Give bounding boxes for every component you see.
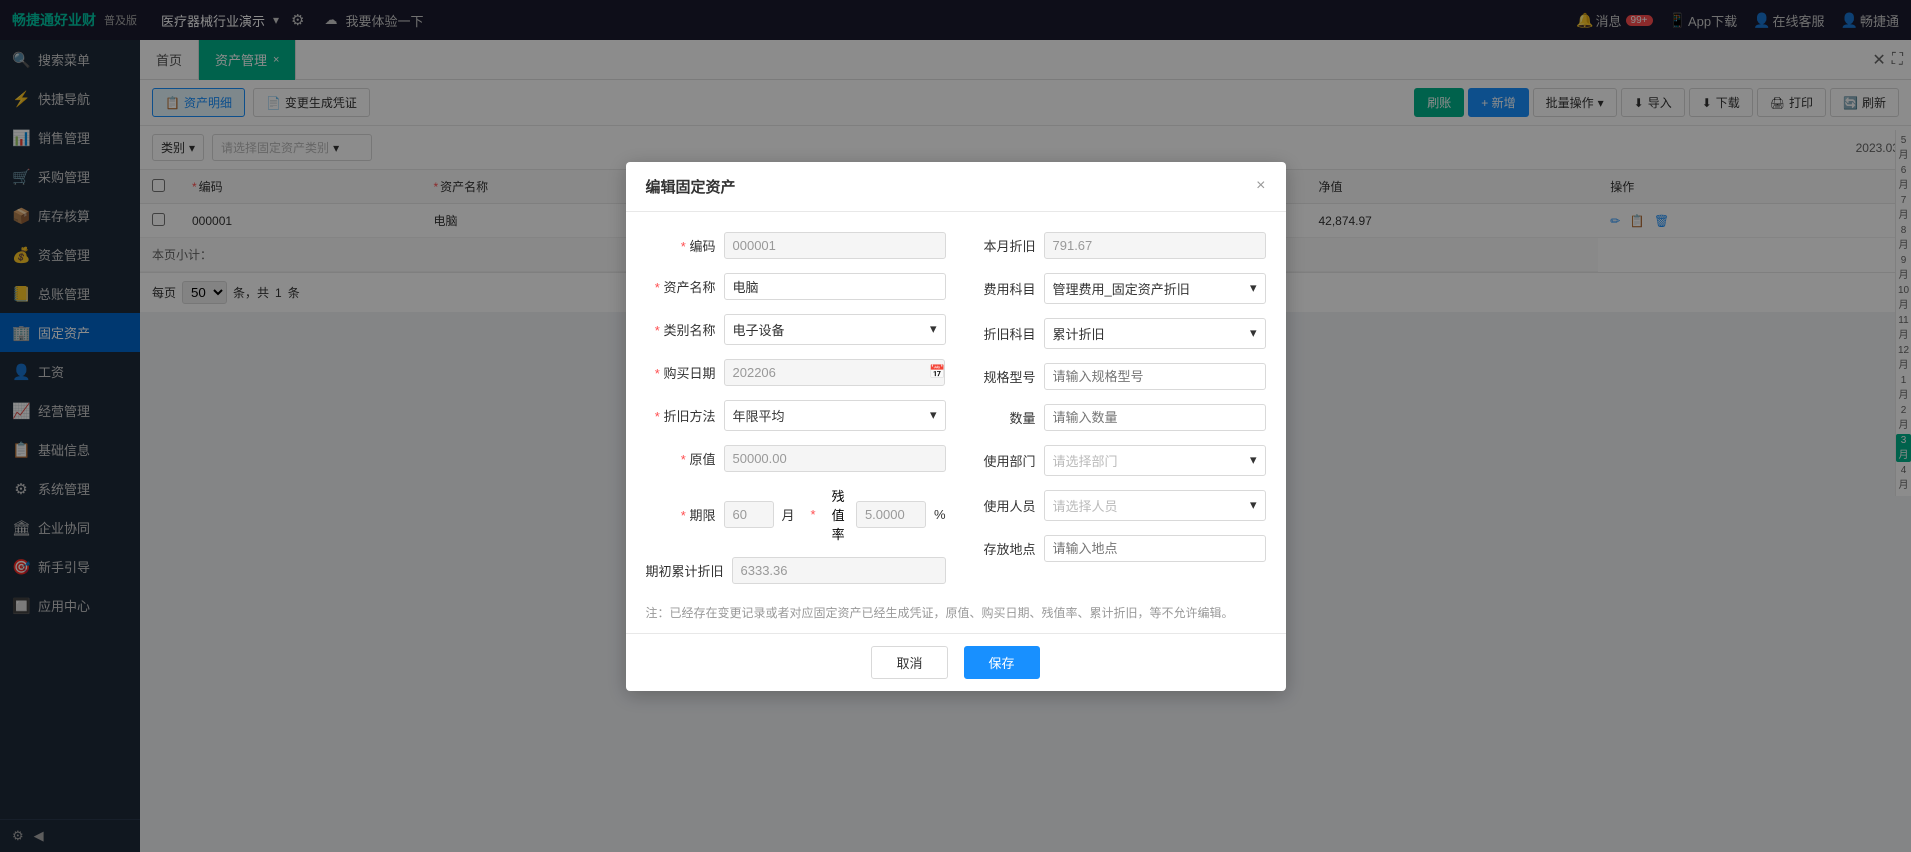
- quantity-input[interactable]: [1044, 404, 1266, 431]
- department-chevron-icon: ▾: [1250, 452, 1257, 468]
- department-label: 使用部门: [966, 451, 1036, 470]
- person-select[interactable]: 请选择人员 ▾: [1044, 490, 1266, 521]
- department-row: 使用部门 请选择部门 ▾: [966, 445, 1266, 476]
- code-label: * 编码: [646, 236, 716, 255]
- expense-account-chevron-icon: ▾: [1250, 280, 1257, 296]
- initial-depreciation-input[interactable]: [732, 557, 946, 584]
- person-label: 使用人员: [966, 496, 1036, 515]
- depreciation-method-value: 年限平均: [733, 406, 785, 425]
- department-select[interactable]: 请选择部门 ▾: [1044, 445, 1266, 476]
- monthly-depreciation-input[interactable]: [1044, 232, 1266, 259]
- department-placeholder: 请选择部门: [1053, 451, 1118, 470]
- depreciation-account-chevron-icon: ▾: [1250, 325, 1257, 341]
- depreciation-account-row: 折旧科目 累计折旧 ▾: [966, 318, 1266, 349]
- calendar-icon[interactable]: 📅: [929, 364, 945, 380]
- edit-asset-modal: 编辑固定资产 × * 编码 * 资产名称 * 类别名称: [626, 162, 1286, 691]
- original-value-label: * 原值: [646, 449, 716, 468]
- cancel-button[interactable]: 取消: [871, 646, 947, 679]
- left-column: * 编码 * 资产名称 * 类别名称 电子设备 ▾: [646, 232, 946, 584]
- expense-account-row: 费用科目 管理费用_固定资产折旧 ▾: [966, 273, 1266, 304]
- person-placeholder: 请选择人员: [1053, 496, 1118, 515]
- person-row: 使用人员 请选择人员 ▾: [966, 490, 1266, 521]
- residual-rate-label: 残值率: [832, 486, 848, 543]
- depreciation-method-select[interactable]: 年限平均 ▾: [724, 400, 946, 431]
- name-label: * 资产名称: [646, 277, 716, 296]
- code-input[interactable]: [724, 232, 946, 259]
- category-value: 电子设备: [733, 320, 785, 339]
- depreciation-account-select[interactable]: 累计折旧 ▾: [1044, 318, 1266, 349]
- purchase-date-label: * 购买日期: [646, 363, 716, 382]
- spec-input[interactable]: [1044, 363, 1266, 390]
- name-input[interactable]: [724, 273, 946, 300]
- modal-overlay: 编辑固定资产 × * 编码 * 资产名称 * 类别名称: [0, 0, 1911, 852]
- original-value-input[interactable]: [724, 445, 946, 472]
- initial-depreciation-row: 期初累计折旧: [646, 557, 946, 584]
- category-label: * 类别名称: [646, 320, 716, 339]
- expense-account-label: 费用科目: [966, 279, 1036, 298]
- quantity-label: 数量: [966, 408, 1036, 427]
- spec-label: 规格型号: [966, 367, 1036, 386]
- right-column: 本月折旧 费用科目 管理费用_固定资产折旧 ▾ 折旧科目 累计折旧: [966, 232, 1266, 584]
- name-row: * 资产名称: [646, 273, 946, 300]
- original-value-row: * 原值: [646, 445, 946, 472]
- category-select[interactable]: 电子设备 ▾: [724, 314, 946, 345]
- code-row: * 编码: [646, 232, 946, 259]
- depreciation-account-label: 折旧科目: [966, 324, 1036, 343]
- monthly-depreciation-row: 本月折旧: [966, 232, 1266, 259]
- depreciation-method-label: * 折旧方法: [646, 406, 716, 425]
- location-label: 存放地点: [966, 539, 1036, 558]
- modal-close-btn[interactable]: ×: [1256, 177, 1265, 195]
- residual-rate-input[interactable]: [856, 501, 926, 528]
- monthly-depreciation-label: 本月折旧: [966, 236, 1036, 255]
- save-button[interactable]: 保存: [964, 646, 1040, 679]
- modal-header: 编辑固定资产 ×: [626, 162, 1286, 212]
- quantity-row: 数量: [966, 404, 1266, 431]
- purchase-date-row: * 购买日期 📅: [646, 359, 946, 386]
- period-input[interactable]: [724, 501, 774, 528]
- initial-depreciation-label: 期初累计折旧: [646, 561, 724, 580]
- expense-account-select[interactable]: 管理费用_固定资产折旧 ▾: [1044, 273, 1266, 304]
- person-chevron-icon: ▾: [1250, 497, 1257, 513]
- spec-row: 规格型号: [966, 363, 1266, 390]
- category-row: * 类别名称 电子设备 ▾: [646, 314, 946, 345]
- location-row: 存放地点: [966, 535, 1266, 562]
- modal-footer: 取消 保存: [626, 633, 1286, 691]
- note-text: 注：已经存在变更记录或者对应固定资产已经生成凭证，原值、购买日期、残值率、累计折…: [646, 606, 1234, 620]
- category-select-chevron-icon: ▾: [930, 321, 937, 337]
- purchase-date-input[interactable]: [724, 359, 946, 386]
- modal-body: * 编码 * 资产名称 * 类别名称 电子设备 ▾: [626, 212, 1286, 604]
- modal-note: 注：已经存在变更记录或者对应固定资产已经生成凭证，原值、购买日期、残值率、累计折…: [626, 604, 1286, 633]
- depreciation-account-value: 累计折旧: [1053, 324, 1105, 343]
- period-unit-label: 月: [782, 505, 795, 524]
- period-row: * 期限 月 * 残值率 %: [646, 486, 946, 543]
- modal-title: 编辑固定资产: [646, 176, 736, 197]
- period-label: * 期限: [646, 505, 716, 524]
- expense-account-value: 管理费用_固定资产折旧: [1053, 279, 1190, 298]
- percent-unit-label: %: [934, 507, 946, 522]
- depreciation-method-chevron-icon: ▾: [930, 407, 937, 423]
- location-input[interactable]: [1044, 535, 1266, 562]
- depreciation-method-row: * 折旧方法 年限平均 ▾: [646, 400, 946, 431]
